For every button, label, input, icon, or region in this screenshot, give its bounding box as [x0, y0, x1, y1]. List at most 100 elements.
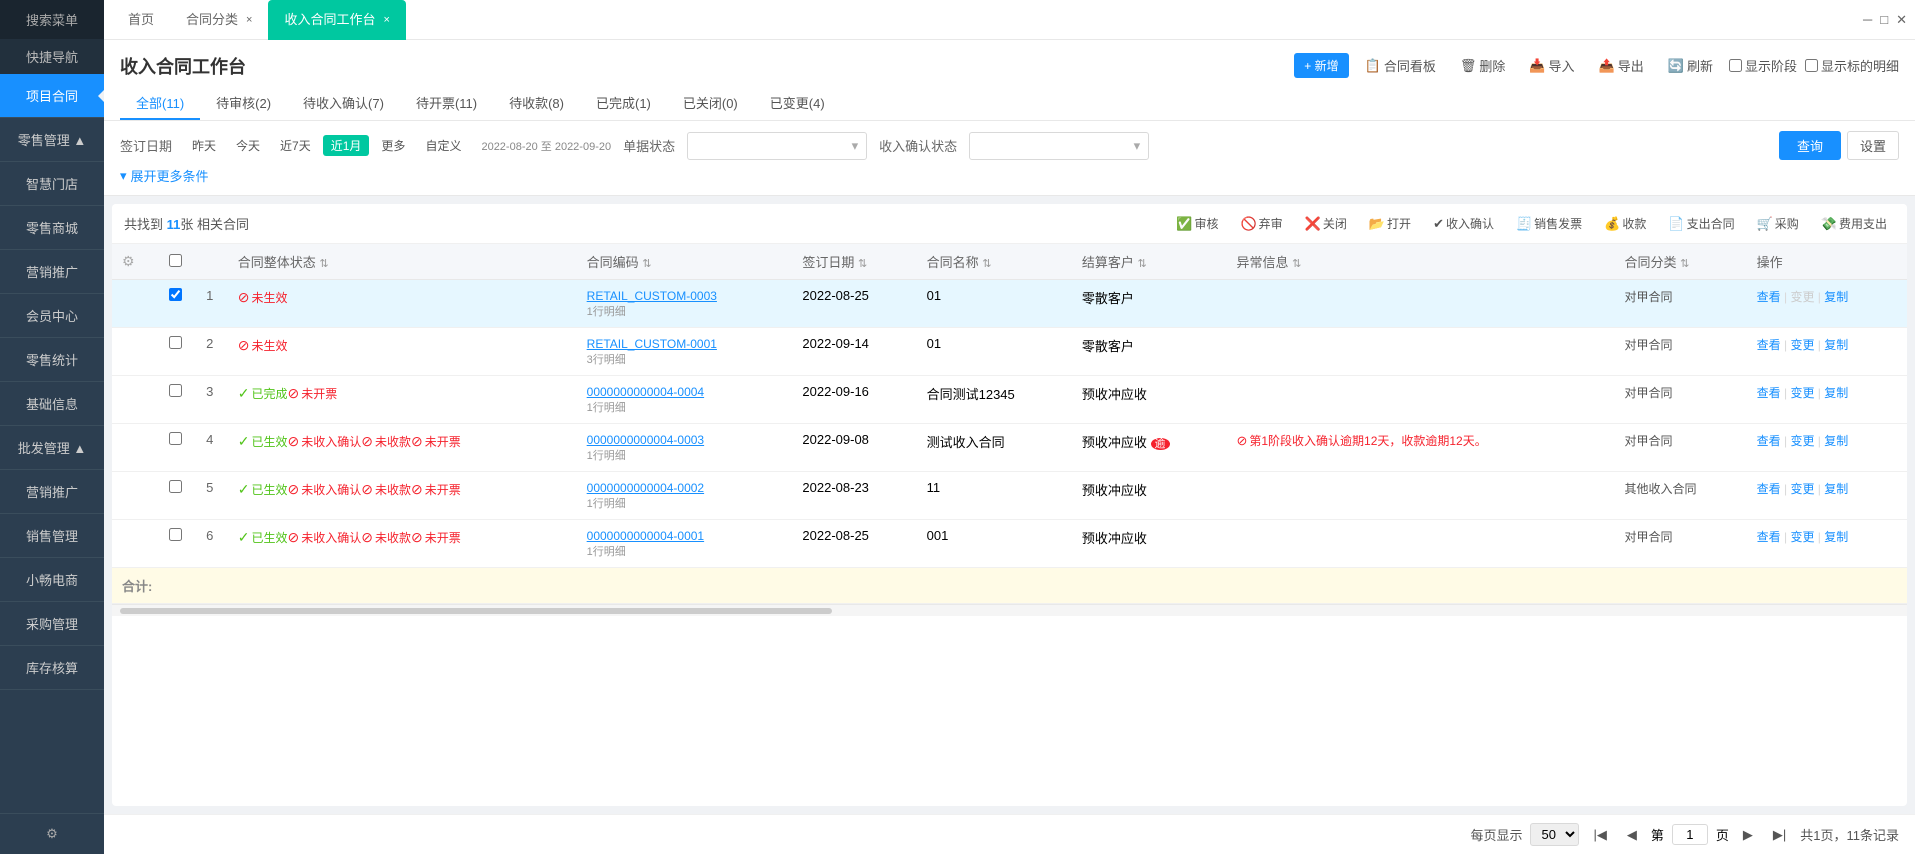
status-tab-closed[interactable]: 已关闭(0)	[667, 87, 754, 120]
sidebar-quick-nav[interactable]: 快捷导航	[0, 39, 104, 74]
delete-button[interactable]: 🗑 删除	[1452, 52, 1514, 79]
sidebar-item-project-contract[interactable]: 项目合同	[0, 74, 104, 118]
income-confirm-select[interactable]: ▾	[969, 132, 1149, 160]
action-btn-income-confirm[interactable]: ✔ 收入确认	[1425, 212, 1502, 235]
contract-code-link[interactable]: RETAIL_CUSTOM-0003	[587, 289, 717, 303]
status-tab-pending-income-confirm[interactable]: 待收入确认(7)	[287, 87, 400, 120]
show-fields-checkbox[interactable]: 显示阶段	[1729, 56, 1797, 75]
sidebar-item-retail-mall[interactable]: 零售商城	[0, 206, 104, 250]
row-checkbox-4[interactable]	[169, 480, 182, 493]
sidebar-settings[interactable]: ⚙	[0, 813, 104, 854]
sidebar-item-sales-mgmt[interactable]: 销售管理	[0, 514, 104, 558]
doc-status-select[interactable]: ▾	[687, 132, 867, 160]
expand-conditions-button[interactable]: ▾ 展开更多条件	[120, 166, 1899, 185]
op-复制-1[interactable]: 复制	[1824, 290, 1848, 304]
op-查看-3[interactable]: 查看	[1757, 386, 1781, 400]
contract-code-link[interactable]: 0000000000004-0003	[587, 433, 704, 447]
op-查看-4[interactable]: 查看	[1757, 434, 1781, 448]
sidebar-item-wholesale-mgmt[interactable]: 批发管理 ▲	[0, 426, 104, 470]
sidebar-search[interactable]: 搜索菜单	[0, 0, 104, 39]
select-all-checkbox[interactable]	[169, 254, 182, 267]
row-checkbox-0[interactable]	[169, 288, 182, 301]
date-option-last7[interactable]: 近7天	[272, 135, 319, 156]
set-button[interactable]: 设置	[1847, 131, 1899, 160]
sidebar-item-retail-mgmt[interactable]: 零售管理 ▲	[0, 118, 104, 162]
op-查看-1[interactable]: 查看	[1757, 290, 1781, 304]
op-变更-5[interactable]: 变更	[1790, 482, 1814, 496]
sidebar-item-smart-store[interactable]: 智慧门店	[0, 162, 104, 206]
refresh-button[interactable]: 🔄 刷新	[1660, 52, 1721, 79]
kanban-button[interactable]: 📋 合同看板	[1357, 52, 1444, 79]
last-page-button[interactable]: ▶|	[1767, 825, 1792, 845]
prev-page-button[interactable]: ◀	[1621, 825, 1643, 845]
row-checkbox-2[interactable]	[169, 384, 182, 397]
op-变更-2[interactable]: 变更	[1790, 338, 1814, 352]
tab-home[interactable]: 首页	[112, 0, 170, 40]
sidebar-item-marketing2[interactable]: 营销推广	[0, 470, 104, 514]
maximize-button[interactable]: □	[1880, 12, 1888, 27]
gear-cell	[112, 520, 159, 568]
date-option-last1month[interactable]: 近1月	[323, 135, 370, 156]
op-复制-2[interactable]: 复制	[1824, 338, 1848, 352]
sidebar-item-member-center[interactable]: 会员中心	[0, 294, 104, 338]
action-btn-expense-out[interactable]: 📄 支出合同	[1660, 212, 1742, 235]
action-btn-open[interactable]: 📂 打开	[1361, 212, 1419, 235]
next-page-button[interactable]: ▶	[1737, 825, 1759, 845]
status-tab-pending-review[interactable]: 待审核(2)	[200, 87, 287, 120]
op-变更-4[interactable]: 变更	[1790, 434, 1814, 448]
contract-code-link[interactable]: 0000000000004-0002	[587, 481, 704, 495]
op-查看-6[interactable]: 查看	[1757, 530, 1781, 544]
page-input[interactable]	[1672, 824, 1708, 845]
add-button[interactable]: + 新增	[1294, 53, 1348, 78]
query-button[interactable]: 查询	[1779, 131, 1841, 160]
tab-close-contract-category[interactable]: ×	[246, 0, 252, 40]
op-复制-5[interactable]: 复制	[1824, 482, 1848, 496]
op-变更-3[interactable]: 变更	[1790, 386, 1814, 400]
row-checkbox-5[interactable]	[169, 528, 182, 541]
first-page-button[interactable]: |◀	[1587, 825, 1612, 845]
sidebar-item-marketing[interactable]: 营销推广	[0, 250, 104, 294]
close-button[interactable]: ✕	[1896, 12, 1907, 28]
action-btn-sales-invoice[interactable]: 🧾 销售发票	[1508, 212, 1590, 235]
date-option-more[interactable]: 更多	[373, 135, 413, 156]
op-查看-5[interactable]: 查看	[1757, 482, 1781, 496]
sidebar-item-inventory[interactable]: 库存核算	[0, 646, 104, 690]
tab-contract-category[interactable]: 合同分类×	[170, 0, 268, 40]
contract-code-link[interactable]: 0000000000004-0001	[587, 529, 704, 543]
row-checkbox-3[interactable]	[169, 432, 182, 445]
sidebar-item-xiaochang[interactable]: 小畅电商	[0, 558, 104, 602]
minimize-button[interactable]: ─	[1863, 12, 1872, 27]
op-变更-6[interactable]: 变更	[1790, 530, 1814, 544]
status-tab-pending-payment[interactable]: 待收款(8)	[493, 87, 580, 120]
import-button[interactable]: 📥 导入	[1521, 52, 1582, 79]
op-查看-2[interactable]: 查看	[1757, 338, 1781, 352]
sidebar-item-retail-stats[interactable]: 零售统计	[0, 338, 104, 382]
show-details-checkbox[interactable]: 显示标的明细	[1805, 56, 1899, 75]
status-tab-all[interactable]: 全部(11)	[120, 87, 200, 120]
action-btn-payment[interactable]: 💰 收款	[1596, 212, 1654, 235]
contract-code-link[interactable]: 0000000000004-0004	[587, 385, 704, 399]
op-复制-3[interactable]: 复制	[1824, 386, 1848, 400]
export-button[interactable]: 📤 导出	[1591, 52, 1652, 79]
status-tab-completed[interactable]: 已完成(1)	[580, 87, 667, 120]
per-page-select[interactable]: 50	[1530, 823, 1579, 846]
contract-code-link[interactable]: RETAIL_CUSTOM-0001	[587, 337, 717, 351]
sidebar-item-base-info[interactable]: 基础信息	[0, 382, 104, 426]
action-btn-close[interactable]: ❌ 关闭	[1297, 212, 1355, 235]
tab-income-workbench[interactable]: 收入合同工作台×	[268, 0, 405, 40]
row-checkbox-1[interactable]	[169, 336, 182, 349]
action-bar: 共找到 11张 相关合同 ✅ 审核🚫 弃审❌ 关闭📂 打开✔ 收入确认🧾 销售发…	[112, 204, 1907, 244]
status-tab-changed[interactable]: 已变更(4)	[754, 87, 841, 120]
date-option-yesterday[interactable]: 昨天	[184, 135, 224, 156]
op-复制-4[interactable]: 复制	[1824, 434, 1848, 448]
action-btn-review[interactable]: ✅ 审核	[1168, 212, 1226, 235]
action-btn-expense-pay[interactable]: 💸 费用支出	[1813, 212, 1895, 235]
action-btn-purchase[interactable]: 🛒 采购	[1749, 212, 1807, 235]
action-btn-abandon[interactable]: 🚫 弃审	[1232, 212, 1290, 235]
sidebar-item-purchase-mgmt[interactable]: 采购管理	[0, 602, 104, 646]
date-option-custom[interactable]: 自定义	[417, 135, 469, 156]
tab-close-income-workbench[interactable]: ×	[383, 0, 389, 40]
op-复制-6[interactable]: 复制	[1824, 530, 1848, 544]
date-option-today[interactable]: 今天	[228, 135, 268, 156]
status-tab-pending-invoice[interactable]: 待开票(11)	[400, 87, 493, 120]
